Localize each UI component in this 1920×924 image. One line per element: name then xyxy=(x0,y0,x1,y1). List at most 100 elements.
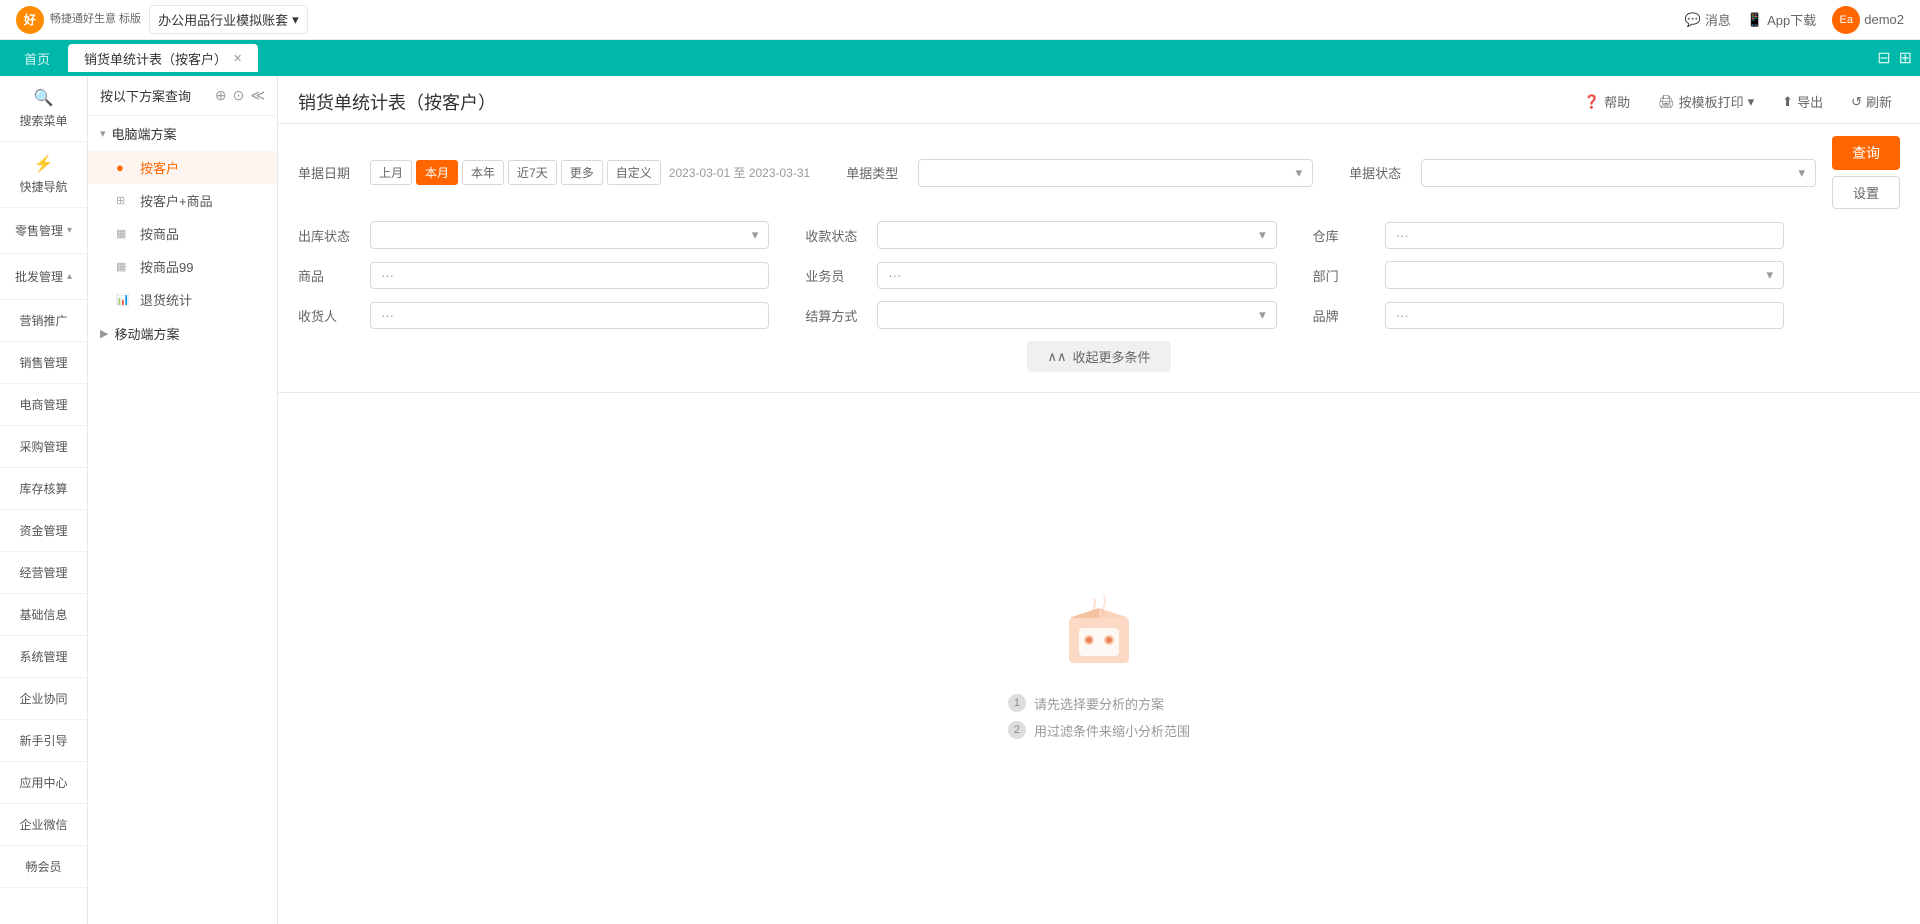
scheme-group-pc-header[interactable]: ▾ 电脑端方案 xyxy=(88,116,277,151)
empty-tips: 1 请先选择要分析的方案 2 用过滤条件来缩小分析范围 xyxy=(1008,694,1190,740)
department-select[interactable]: ▾ xyxy=(1385,261,1784,289)
product-select[interactable]: ··· xyxy=(370,262,769,289)
doc-type-select[interactable]: ▾ xyxy=(918,159,1313,187)
sidebar-item-quick-nav[interactable]: ⚡ 快捷导航 xyxy=(0,142,87,208)
scheme-header-actions: ⊕ ⊙ ≪ xyxy=(215,87,265,104)
brand-select[interactable]: ··· xyxy=(1385,302,1784,329)
doc-status-select[interactable]: ▾ xyxy=(1421,159,1816,187)
scheme-add-icon[interactable]: ⊕ xyxy=(215,87,227,104)
settlement-select[interactable]: ▾ xyxy=(877,301,1276,329)
sidebar-item-search-menu[interactable]: 🔍 搜索菜单 xyxy=(0,76,87,142)
system-label: 系统管理 xyxy=(19,648,67,665)
scheme-item-by-customer[interactable]: ● 按客户 xyxy=(88,151,277,184)
date-range-display: 2023-03-01 至 2023-03-31 xyxy=(669,164,810,181)
app-center-label: 应用中心 xyxy=(19,774,67,791)
scheme-group-mobile: ▶ 移动端方案 xyxy=(88,316,277,351)
tip-num-2: 2 xyxy=(1008,721,1026,739)
brand-label: 品牌 xyxy=(1313,306,1369,325)
scheme-item-return-stat[interactable]: 📊 退货统计 xyxy=(88,283,277,316)
outbound-select[interactable]: ▾ xyxy=(370,221,769,249)
user-profile-btn[interactable]: Ea demo2 xyxy=(1832,6,1904,34)
sidebar-item-guide[interactable]: 新手引导 xyxy=(0,720,87,762)
scheme-collapse-icon[interactable]: ≪ xyxy=(250,87,265,104)
recipient-select[interactable]: ··· xyxy=(370,302,769,329)
header-left: 好 畅捷通好生意 标版 办公用品行业模拟账套 ▾ xyxy=(16,5,308,34)
return-stat-icon: 📊 xyxy=(116,293,132,306)
date-this-year-btn[interactable]: 本年 xyxy=(462,160,504,185)
nav-tabs: 首页 销货单统计表（按客户） ✕ ⊟ ⊞ xyxy=(0,40,1920,76)
main-panel: 销货单统计表（按客户） ❓ 帮助 🖨 按模板打印 ▾ ⬆ 导出 xyxy=(278,76,1920,924)
scheme-item-by-product[interactable]: ▦ 按商品 xyxy=(88,217,277,250)
wholesale-arrow-icon: ▴ xyxy=(67,271,72,282)
refresh-btn[interactable]: ↺ 刷新 xyxy=(1843,88,1900,115)
tab-close-icon[interactable]: ✕ xyxy=(233,52,242,65)
workspace-selector[interactable]: 办公用品行业模拟账套 ▾ xyxy=(149,5,308,34)
sidebar-item-purchase[interactable]: 采购管理 xyxy=(0,426,87,468)
refresh-label: 刷新 xyxy=(1866,92,1892,111)
date-more-btn[interactable]: 更多 xyxy=(561,160,603,185)
date-last7days-btn[interactable]: 近7天 xyxy=(508,160,557,185)
filter-row-4: 收货人 ··· 结算方式 ▾ 品牌 ··· xyxy=(298,301,1900,329)
sidebar-item-corp-wechat[interactable]: 企业微信 xyxy=(0,804,87,846)
sidebar-item-sales[interactable]: 销售管理 xyxy=(0,342,87,384)
user-avatar-text: Ea xyxy=(1840,14,1853,26)
payment-select[interactable]: ▾ xyxy=(877,221,1276,249)
message-icon: 💬 xyxy=(1685,12,1701,28)
help-btn[interactable]: ❓ 帮助 xyxy=(1576,88,1638,115)
sidebar-item-marketing[interactable]: 营销推广 xyxy=(0,300,87,342)
message-btn[interactable]: 💬 消息 xyxy=(1685,10,1731,29)
page-header: 销货单统计表（按客户） ❓ 帮助 🖨 按模板打印 ▾ ⬆ 导出 xyxy=(278,76,1920,124)
template-print-btn[interactable]: 🖨 按模板打印 ▾ xyxy=(1650,88,1762,115)
scheme-panel-title: 按以下方案查询 xyxy=(100,86,191,105)
payment-label: 收款状态 xyxy=(805,226,861,245)
scheme-item-by-product99[interactable]: ▦ 按商品99 xyxy=(88,250,277,283)
sidebar-item-member[interactable]: 畅会员 xyxy=(0,846,87,888)
refresh-icon: ↺ xyxy=(1851,94,1862,110)
sidebar-item-system[interactable]: 系统管理 xyxy=(0,636,87,678)
action-buttons: 查询 设置 xyxy=(1832,136,1900,209)
warehouse-select[interactable]: ··· xyxy=(1385,222,1784,249)
sidebar-item-basic-info[interactable]: 基础信息 xyxy=(0,594,87,636)
quick-nav-icon: ⚡ xyxy=(34,154,54,174)
page-title: 销货单统计表（按客户） xyxy=(298,89,496,115)
tab-home[interactable]: 首页 xyxy=(8,44,66,72)
sidebar-item-operations[interactable]: 经营管理 xyxy=(0,552,87,594)
ecom-label: 电商管理 xyxy=(19,396,67,413)
tab-maximize-icon[interactable]: ⊞ xyxy=(1899,48,1912,68)
by-product-label: 按商品 xyxy=(140,224,179,243)
sidebar-item-app-center[interactable]: 应用中心 xyxy=(0,762,87,804)
empty-illustration xyxy=(1049,578,1149,678)
sidebar-item-wholesale[interactable]: 批发管理 ▴ xyxy=(0,254,87,300)
payment-arrow-icon: ▾ xyxy=(1259,227,1266,243)
export-btn[interactable]: ⬆ 导出 xyxy=(1774,88,1831,115)
scheme-item-by-customer-product[interactable]: ⊞ 按客户+商品 xyxy=(88,184,277,217)
print-icon: 🖨 xyxy=(1658,94,1675,110)
collapse-up-icon: ∧∧ xyxy=(1047,349,1066,365)
wholesale-label: 批发管理 xyxy=(15,268,63,285)
app-download-btn[interactable]: 📱 App下载 xyxy=(1747,10,1816,29)
outbound-arrow-icon: ▾ xyxy=(752,227,759,243)
salesperson-label: 业务员 xyxy=(805,266,861,285)
search-menu-icon: 🔍 xyxy=(34,88,54,108)
user-avatar: Ea xyxy=(1832,6,1860,34)
scheme-group-mobile-header[interactable]: ▶ 移动端方案 xyxy=(88,316,277,351)
scheme-settings-icon[interactable]: ⊙ xyxy=(233,87,245,104)
filter-row-3: 商品 ··· 业务员 ··· 部门 ▾ xyxy=(298,261,1900,289)
date-custom-btn[interactable]: 自定义 xyxy=(607,160,661,185)
chevron-down-icon: ▾ xyxy=(100,127,106,140)
sales-label: 销售管理 xyxy=(19,354,67,371)
collapse-btn[interactable]: ∧∧ 收起更多条件 xyxy=(1027,341,1170,372)
tab-sales-stat[interactable]: 销货单统计表（按客户） ✕ xyxy=(68,44,258,72)
sidebar-item-finance[interactable]: 资金管理 xyxy=(0,510,87,552)
sidebar-item-inventory[interactable]: 库存核算 xyxy=(0,468,87,510)
date-last-month-btn[interactable]: 上月 xyxy=(370,160,412,185)
sidebar-item-ecom[interactable]: 电商管理 xyxy=(0,384,87,426)
query-btn[interactable]: 查询 xyxy=(1832,136,1900,170)
tab-minimize-icon[interactable]: ⊟ xyxy=(1877,48,1890,68)
sidebar-item-retail[interactable]: 零售管理 ▾ xyxy=(0,208,87,254)
logo-area: 好 畅捷通好生意 标版 xyxy=(16,6,141,34)
settings-btn[interactable]: 设置 xyxy=(1832,176,1900,209)
date-this-month-btn[interactable]: 本月 xyxy=(416,160,458,185)
sidebar-item-enterprise[interactable]: 企业协同 xyxy=(0,678,87,720)
salesperson-select[interactable]: ··· xyxy=(877,262,1276,289)
